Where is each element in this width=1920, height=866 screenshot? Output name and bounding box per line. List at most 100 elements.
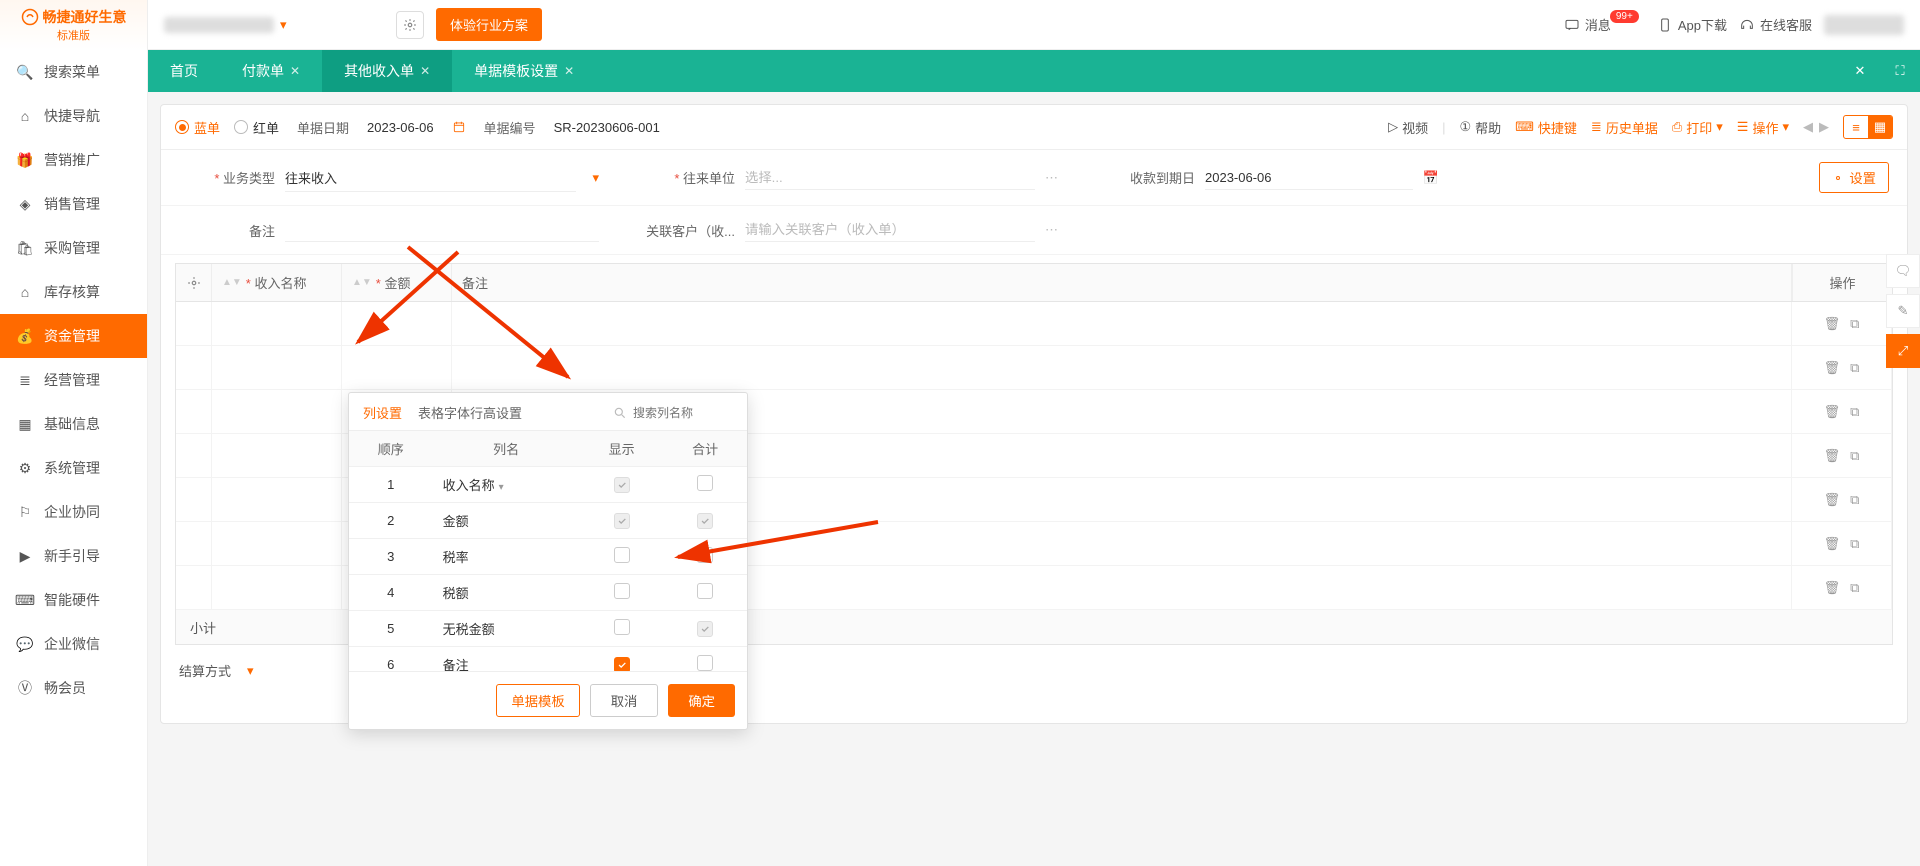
history-link[interactable]: ≣ 历史单据 <box>1591 118 1658 137</box>
table-row[interactable]: 🗑⧉ <box>176 346 1892 390</box>
tab-expand[interactable]: ⛶ <box>1880 50 1920 92</box>
sidebar-item-5[interactable]: ⌂库存核算 <box>0 270 147 314</box>
sidebar-item-3[interactable]: ◈销售管理 <box>0 182 147 226</box>
cancel-button[interactable]: 取消 <box>590 684 659 717</box>
calendar-icon[interactable]: 📅 <box>1423 170 1439 186</box>
popup-tab-rowheight[interactable]: 表格字体行高设置 <box>418 403 522 422</box>
close-icon[interactable]: ✕ <box>290 64 300 78</box>
float-tool-note[interactable]: 🗨 <box>1886 254 1920 288</box>
sidebar-item-11[interactable]: ▶新手引导 <box>0 534 147 578</box>
tab-1[interactable]: 付款单✕ <box>220 50 322 92</box>
copy-icon[interactable]: ⧉ <box>1850 316 1859 332</box>
checkbox[interactable] <box>697 513 713 529</box>
copy-icon[interactable]: ⧉ <box>1850 492 1859 508</box>
org-settings-button[interactable] <box>396 11 424 39</box>
checkbox[interactable] <box>697 475 713 491</box>
sidebar-item-9[interactable]: ⚙系统管理 <box>0 446 147 490</box>
checkbox[interactable] <box>614 547 630 563</box>
sidebar-item-0[interactable]: 🔍搜索菜单 <box>0 50 147 94</box>
sidebar-item-2[interactable]: 🎁营销推广 <box>0 138 147 182</box>
copy-icon[interactable]: ⧉ <box>1850 536 1859 552</box>
column-settings-button[interactable] <box>176 264 212 301</box>
checkbox[interactable] <box>614 477 630 493</box>
delete-icon[interactable]: 🗑 <box>1824 316 1841 332</box>
sidebar-item-14[interactable]: Ⓥ畅会员 <box>0 666 147 710</box>
tab-2[interactable]: 其他收入单✕ <box>322 50 452 92</box>
sidebar-item-13[interactable]: 💬企业微信 <box>0 622 147 666</box>
copy-icon[interactable]: ⧉ <box>1850 448 1859 464</box>
ops-link[interactable]: ☰ 操作 ▾ <box>1737 118 1789 137</box>
density-card-icon[interactable]: ▦ <box>1868 116 1892 138</box>
checkbox[interactable] <box>697 583 713 599</box>
col-income-name[interactable]: ▲▼收入名称 <box>212 264 342 301</box>
messages-link[interactable]: 消息 99+ <box>1564 15 1645 34</box>
user-avatar[interactable] <box>1824 15 1904 35</box>
copy-icon[interactable]: ⧉ <box>1850 360 1859 376</box>
date-value[interactable]: 2023-06-06 <box>367 120 434 135</box>
sidebar-item-6[interactable]: 💰资金管理 <box>0 314 147 358</box>
remark-input[interactable] <box>285 218 599 242</box>
checkbox[interactable] <box>697 547 713 563</box>
col-amount[interactable]: ▲▼金额 <box>342 264 452 301</box>
ok-button[interactable]: 确定 <box>668 684 735 717</box>
biztype-select[interactable]: 往来收入 <box>285 164 576 192</box>
delete-icon[interactable]: 🗑 <box>1824 360 1841 376</box>
support-link[interactable]: 在线客服 <box>1739 15 1812 34</box>
radio-blue[interactable]: 蓝单 <box>175 118 220 137</box>
sidebar-item-10[interactable]: ⚐企业协同 <box>0 490 147 534</box>
app-download-link[interactable]: App下载 <box>1657 15 1727 34</box>
page-next[interactable]: ▶ <box>1819 119 1829 135</box>
trial-button[interactable]: 体验行业方案 <box>436 8 542 41</box>
org-selector[interactable]: ▾ <box>164 17 384 33</box>
relcust-input[interactable] <box>745 218 1035 242</box>
checkbox[interactable] <box>614 657 630 672</box>
sidebar-item-8[interactable]: ▦基础信息 <box>0 402 147 446</box>
sidebar-item-7[interactable]: ≣经营管理 <box>0 358 147 402</box>
copy-icon[interactable]: ⧉ <box>1850 404 1859 420</box>
chevron-down-icon[interactable]: ▾ <box>499 482 504 493</box>
video-link[interactable]: ▷ 视频 <box>1388 118 1428 137</box>
checkbox[interactable] <box>614 513 630 529</box>
delete-icon[interactable]: 🗑 <box>1824 492 1841 508</box>
float-tool-expand[interactable]: ⤢ <box>1886 334 1920 368</box>
template-button[interactable]: 单据模板 <box>496 684 579 717</box>
sidebar-item-1[interactable]: ⌂快捷导航 <box>0 94 147 138</box>
remark-label: 备注 <box>179 221 275 240</box>
close-icon[interactable]: ✕ <box>420 64 430 78</box>
print-link[interactable]: ⎙ 打印 ▾ <box>1672 118 1723 137</box>
popup-tab-columns[interactable]: 列设置 <box>363 403 402 422</box>
close-icon[interactable]: ✕ <box>564 64 574 78</box>
sidebar-item-4[interactable]: 🛍采购管理 <box>0 226 147 270</box>
checkbox[interactable] <box>697 621 713 637</box>
col-note[interactable]: 备注 <box>452 264 1792 301</box>
popup-search-input[interactable] <box>633 406 733 420</box>
chevron-down-icon[interactable]: ▾ <box>592 170 599 186</box>
page-prev[interactable]: ◀ <box>1803 119 1813 135</box>
relcust-more-icon[interactable]: ⋯ <box>1045 222 1059 238</box>
table-row[interactable]: 🗑⧉ <box>176 302 1892 346</box>
calendar-icon[interactable] <box>452 120 466 134</box>
tab-close-all[interactable]: ✕ <box>1840 50 1880 92</box>
float-tool-edit[interactable]: ✎ <box>1886 294 1920 328</box>
density-list-icon[interactable]: ≡ <box>1844 116 1868 138</box>
density-toggle[interactable]: ≡ ▦ <box>1843 115 1893 139</box>
duedate-value[interactable]: 2023-06-06 <box>1205 166 1413 190</box>
unit-more-icon[interactable]: ⋯ <box>1045 170 1059 186</box>
chevron-down-icon[interactable]: ▾ <box>247 663 254 679</box>
radio-red[interactable]: 红单 <box>234 118 279 137</box>
delete-icon[interactable]: 🗑 <box>1824 404 1841 420</box>
checkbox[interactable] <box>697 655 713 671</box>
delete-icon[interactable]: 🗑 <box>1824 536 1841 552</box>
unit-select[interactable] <box>745 166 1035 190</box>
tab-3[interactable]: 单据模板设置✕ <box>452 50 596 92</box>
hotkey-link[interactable]: ⌨ 快捷键 <box>1515 118 1577 137</box>
checkbox[interactable] <box>614 583 630 599</box>
checkbox[interactable] <box>614 619 630 635</box>
delete-icon[interactable]: 🗑 <box>1824 448 1841 464</box>
help-link[interactable]: ① 帮助 <box>1459 118 1501 137</box>
delete-icon[interactable]: 🗑 <box>1824 580 1841 596</box>
copy-icon[interactable]: ⧉ <box>1850 580 1859 596</box>
sidebar-item-12[interactable]: ⌨智能硬件 <box>0 578 147 622</box>
settings-button[interactable]: 设置 <box>1819 162 1889 193</box>
tab-0[interactable]: 首页 <box>148 50 220 92</box>
